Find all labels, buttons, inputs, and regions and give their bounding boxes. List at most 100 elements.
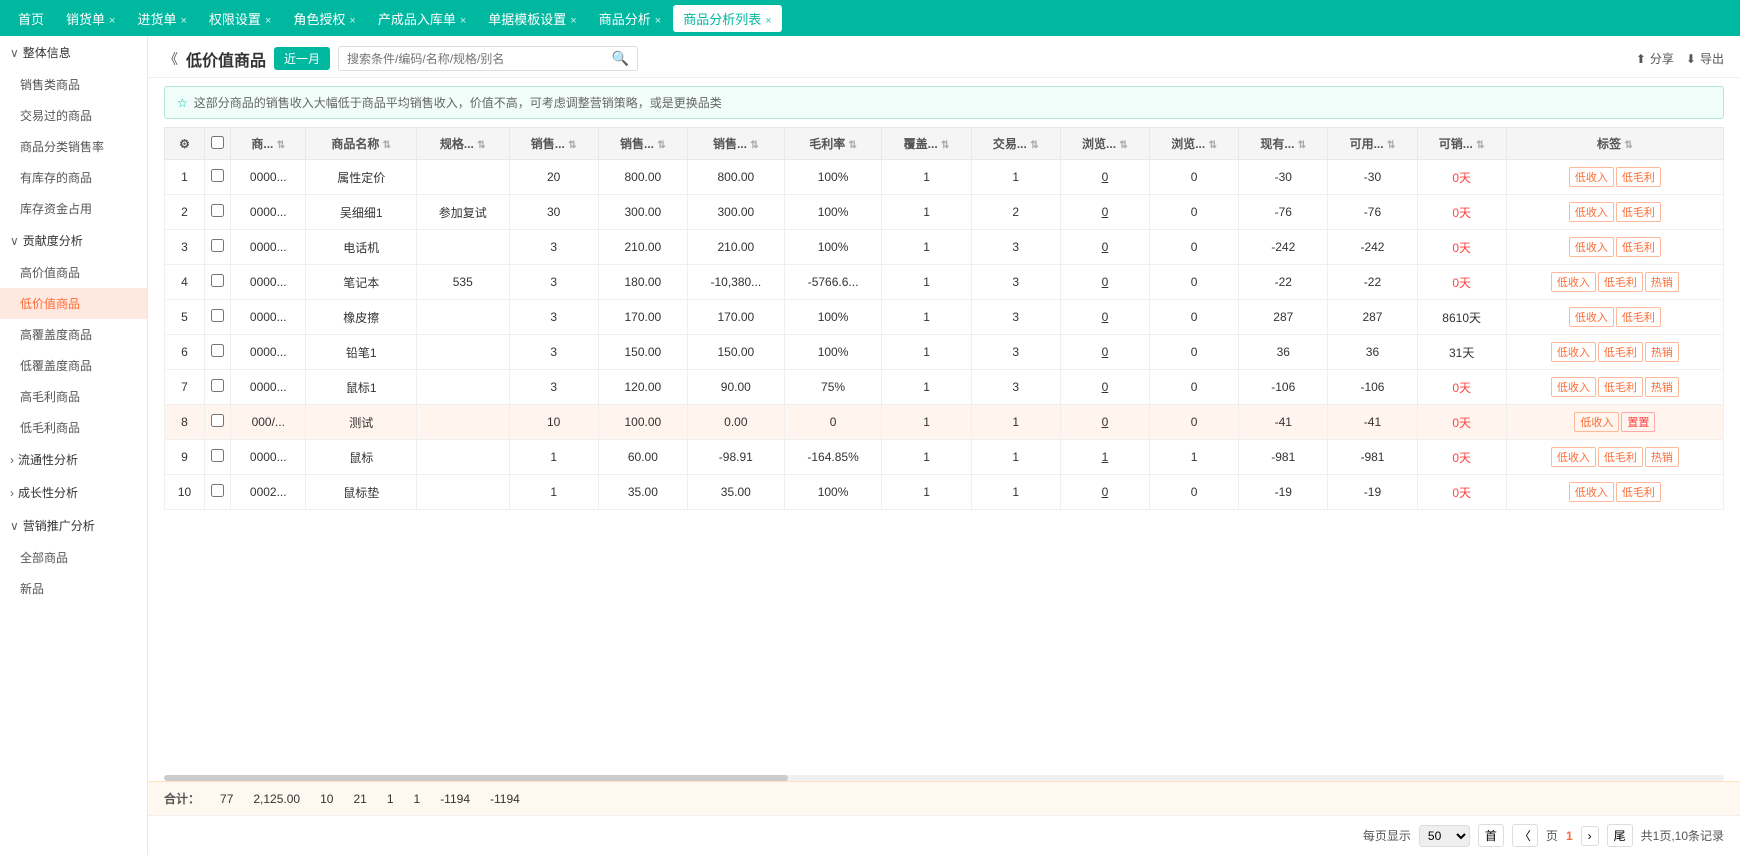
sidebar-item-category-sales-rate[interactable]: 商品分类销售率 <box>0 131 147 162</box>
close-icon[interactable]: × <box>265 15 271 27</box>
cell-checkbox[interactable] <box>205 475 231 510</box>
close-icon[interactable]: × <box>349 15 355 27</box>
col-sales-cost[interactable]: 销售... ⇅ <box>687 128 784 160</box>
cell-coverage: 1 <box>882 475 971 510</box>
next-page-btn[interactable]: › <box>1581 826 1599 846</box>
col-available[interactable]: 可用... ⇅ <box>1328 128 1417 160</box>
prev-page-btn[interactable]: 〈 <box>1512 824 1538 847</box>
col-spec[interactable]: 规格... ⇅ <box>416 128 509 160</box>
cell-transactions: 3 <box>971 335 1060 370</box>
table-row: 6 0000... 铅笔1 3 150.00 150.00 100% 1 3 0… <box>165 335 1724 370</box>
col-sellable[interactable]: 可销... ⇅ <box>1417 128 1506 160</box>
cell-checkbox[interactable] <box>205 230 231 265</box>
views-link[interactable]: 0 <box>1102 205 1109 219</box>
sidebar-item-high-coverage[interactable]: 高覆盖度商品 <box>0 319 147 350</box>
cell-checkbox[interactable] <box>205 300 231 335</box>
col-views2[interactable]: 浏览... ⇅ <box>1150 128 1239 160</box>
close-icon[interactable]: × <box>570 15 576 27</box>
nav-home[interactable]: 首页 <box>8 5 54 32</box>
sidebar-item-low-value[interactable]: 低价值商品 <box>0 288 147 319</box>
nav-permission[interactable]: 权限设置× <box>199 5 281 32</box>
views-link[interactable]: 0 <box>1102 485 1109 499</box>
cell-checkbox[interactable] <box>205 335 231 370</box>
sidebar-group-contribution[interactable]: ∨ 贡献度分析 <box>0 224 147 257</box>
row-checkbox[interactable] <box>211 484 224 497</box>
export-btn[interactable]: ⬇ 导出 <box>1686 50 1724 67</box>
first-page-btn[interactable]: 首 <box>1478 824 1504 847</box>
cell-no: 1 <box>165 160 205 195</box>
row-checkbox[interactable] <box>211 379 224 392</box>
close-icon[interactable]: × <box>655 15 661 27</box>
cell-checkbox[interactable] <box>205 160 231 195</box>
sidebar-item-new-products[interactable]: 新品 <box>0 573 147 604</box>
search-input[interactable] <box>347 52 612 66</box>
sidebar-collapse-btn[interactable]: 《 <box>164 49 178 69</box>
sidebar-item-high-value[interactable]: 高价值商品 <box>0 257 147 288</box>
row-checkbox[interactable] <box>211 239 224 252</box>
sidebar-item-stock-fund[interactable]: 库存资金占用 <box>0 193 147 224</box>
sidebar-item-low-margin[interactable]: 低毛利商品 <box>0 412 147 443</box>
select-all-checkbox[interactable] <box>211 136 224 149</box>
cell-views2: 0 <box>1150 405 1239 440</box>
col-current-stock[interactable]: 现有... ⇅ <box>1239 128 1328 160</box>
col-tags[interactable]: 标签 ⇅ <box>1506 128 1723 160</box>
views-link[interactable]: 0 <box>1102 345 1109 359</box>
views-link[interactable]: 0 <box>1102 380 1109 394</box>
views-link[interactable]: 0 <box>1102 240 1109 254</box>
views-link[interactable]: 0 <box>1102 170 1109 184</box>
nav-analysis-list[interactable]: 商品分析列表× <box>673 5 781 32</box>
sidebar-item-traded-products[interactable]: 交易过的商品 <box>0 100 147 131</box>
col-gross-rate[interactable]: 毛利率 ⇅ <box>784 128 882 160</box>
col-settings[interactable]: ⚙ <box>165 128 205 160</box>
row-checkbox[interactable] <box>211 274 224 287</box>
views-link[interactable]: 0 <box>1102 275 1109 289</box>
col-name[interactable]: 商品名称 ⇅ <box>306 128 416 160</box>
col-sales-qty[interactable]: 销售... ⇅ <box>509 128 598 160</box>
row-checkbox[interactable] <box>211 414 224 427</box>
sidebar-item-all-products[interactable]: 全部商品 <box>0 542 147 573</box>
cell-checkbox[interactable] <box>205 195 231 230</box>
row-checkbox[interactable] <box>211 204 224 217</box>
filter-period-btn[interactable]: 近一月 <box>274 47 330 70</box>
views-link[interactable]: 0 <box>1102 310 1109 324</box>
nav-purchase-order[interactable]: 进货单× <box>127 5 196 32</box>
nav-template[interactable]: 单据模板设置× <box>478 5 586 32</box>
cell-checkbox[interactable] <box>205 265 231 300</box>
close-icon[interactable]: × <box>765 15 771 27</box>
sidebar-group-marketing[interactable]: ∨ 营销推广分析 <box>0 509 147 542</box>
views-link[interactable]: 0 <box>1102 415 1109 429</box>
col-coverage[interactable]: 覆盖... ⇅ <box>882 128 971 160</box>
close-icon[interactable]: × <box>460 15 466 27</box>
nav-product-analysis[interactable]: 商品分析× <box>589 5 671 32</box>
views-link[interactable]: 1 <box>1102 450 1109 464</box>
sidebar-item-low-coverage[interactable]: 低覆盖度商品 <box>0 350 147 381</box>
cell-checkbox[interactable] <box>205 370 231 405</box>
cell-days: 0天 <box>1417 440 1506 475</box>
row-checkbox[interactable] <box>211 169 224 182</box>
nav-product-in[interactable]: 产成品入库单× <box>368 5 476 32</box>
col-views1[interactable]: 浏览... ⇅ <box>1060 128 1149 160</box>
col-transactions[interactable]: 交易... ⇅ <box>971 128 1060 160</box>
nav-sales-order[interactable]: 销货单× <box>56 5 125 32</box>
close-icon[interactable]: × <box>109 15 115 27</box>
share-btn[interactable]: ⬆ 分享 <box>1636 50 1674 67</box>
row-checkbox[interactable] <box>211 449 224 462</box>
days-badge: 8610天 <box>1442 311 1481 325</box>
cell-checkbox[interactable] <box>205 440 231 475</box>
sidebar-item-stocked-products[interactable]: 有库存的商品 <box>0 162 147 193</box>
row-checkbox[interactable] <box>211 344 224 357</box>
cell-checkbox[interactable] <box>205 405 231 440</box>
col-sales-amount[interactable]: 销售... ⇅ <box>598 128 687 160</box>
last-page-btn[interactable]: 尾 <box>1607 824 1633 847</box>
sidebar-item-sales-products[interactable]: 销售类商品 <box>0 69 147 100</box>
sidebar-group-liquidity[interactable]: › 流通性分析 <box>0 443 147 476</box>
per-page-select[interactable]: 50 100 200 <box>1419 825 1470 847</box>
row-checkbox[interactable] <box>211 309 224 322</box>
sidebar-group-growth[interactable]: › 成长性分析 <box>0 476 147 509</box>
sidebar-item-high-margin[interactable]: 高毛利商品 <box>0 381 147 412</box>
nav-role-auth[interactable]: 角色授权× <box>283 5 365 32</box>
col-code[interactable]: 商... ⇅ <box>231 128 306 160</box>
sidebar-group-overall[interactable]: ∨ 整体信息 <box>0 36 147 69</box>
close-icon[interactable]: × <box>180 15 186 27</box>
search-icon[interactable]: 🔍 <box>612 50 629 67</box>
